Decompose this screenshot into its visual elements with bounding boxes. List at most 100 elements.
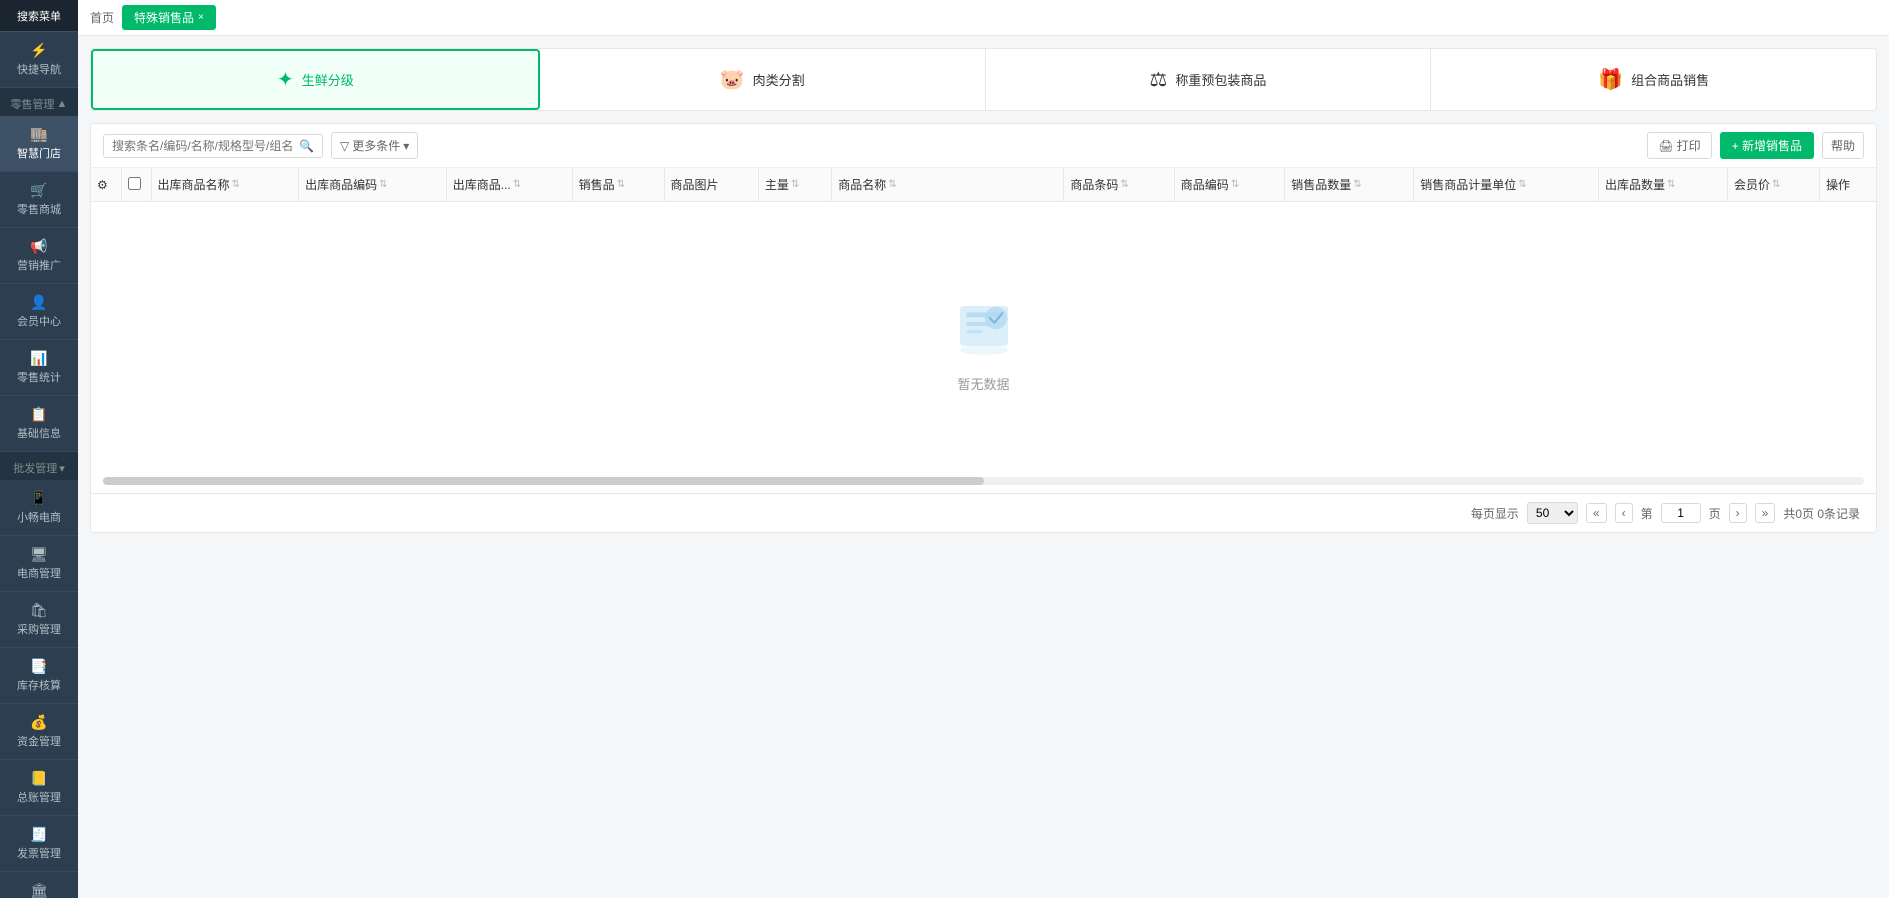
cat-tab-fresh-grade[interactable]: ✦ 生鲜分级 [91,49,540,110]
col-goods-code[interactable]: 商品编码 ⇅ [1174,168,1284,202]
sidebar-item-basic-info[interactable]: 📋 基础信息 [0,396,78,452]
col-checkbox[interactable] [121,168,151,202]
sidebar-logo[interactable]: 搜索菜单 [0,0,78,32]
horizontal-scrollbar[interactable] [91,473,1876,493]
select-all-checkbox[interactable] [128,177,141,190]
prev-page-button[interactable]: ‹ [1615,503,1633,523]
pagination-bar: 每页显示 10 20 50 100 « ‹ 第 页 › » 共0页 0条记录 [91,493,1876,532]
table-toolbar: 🔍 ▽ 更多条件 ▾ 🖨 打印 + 新增销售品 帮助 [91,124,1876,168]
cat-tab-label: 称重预包装商品 [1175,70,1266,89]
col-out-qty[interactable]: 出库品数量 ⇅ [1599,168,1728,202]
filter-button[interactable]: ▽ 更多条件 ▾ [331,132,418,159]
new-sale-item-button[interactable]: + 新增销售品 [1720,132,1814,159]
sort-icon: ⇅ [888,179,896,190]
fresh-grade-icon: ✦ [277,67,294,92]
search-input[interactable] [112,139,295,153]
sort-icon: ⇅ [1772,179,1780,190]
tab-label: 特殊销售品 [134,9,194,26]
sort-icon: ⇅ [379,179,387,190]
col-out-goods-spec[interactable]: 出库商品... ⇅ [446,168,572,202]
col-out-goods-code[interactable]: 出库商品编码 ⇅ [299,168,447,202]
home-link[interactable]: 首页 [90,9,114,26]
sort-icon: ⇅ [1231,179,1239,190]
active-tab[interactable]: 特殊销售品 × [122,5,216,30]
retail-stats-icon: 📊 [30,350,47,367]
col-actions: 操作 [1819,168,1876,202]
wholesale-label: 批发管理 [13,460,57,476]
sort-icon: ⇅ [1353,179,1361,190]
sidebar-item-finance[interactable]: 💰 资金管理 [0,704,78,760]
first-page-button[interactable]: « [1586,503,1607,523]
sidebar-item-general-ledger[interactable]: 📒 总账管理 [0,760,78,816]
sidebar-item-purchase[interactable]: 🛍 采购管理 [0,592,78,648]
empty-row: 暂无数据 [91,202,1876,474]
sidebar-item-label: 零售统计 [17,369,61,385]
filter-icon: ▽ [340,139,349,153]
sidebar-item-invoice[interactable]: 🧾 发票管理 [0,816,78,872]
weight-package-icon: ⚖ [1149,67,1167,92]
cat-tab-combo[interactable]: 🎁 组合商品销售 [1431,49,1876,110]
quick-nav-icon: ⚡ [30,42,47,59]
sidebar-item-label: 小畅电商 [17,509,61,525]
print-button[interactable]: 🖨 打印 [1647,132,1711,159]
last-page-button[interactable]: » [1755,503,1776,523]
empty-text: 暂无数据 [957,374,1009,393]
sidebar-section-retail[interactable]: 零售管理 ▲ [0,88,78,116]
sidebar-item-tax[interactable]: 🏛 税务管理 [0,872,78,898]
per-page-select[interactable]: 10 20 50 100 [1527,502,1578,524]
next-page-button[interactable]: › [1729,503,1747,523]
col-main-weight[interactable]: 主量 ⇅ [758,168,831,202]
cat-tab-weight-package[interactable]: ⚖ 称重预包装商品 [986,49,1432,110]
page-label-suffix: 页 [1709,505,1721,522]
combo-icon: 🎁 [1598,67,1623,92]
sidebar-item-miniapp[interactable]: 📱 小畅电商 [0,480,78,536]
purchase-icon: 🛍 [30,602,48,619]
page-label-prefix: 第 [1641,505,1653,522]
tax-icon: 🏛 [30,882,48,898]
sort-icon: ⇅ [1120,179,1128,190]
col-sale-goods[interactable]: 销售品 ⇅ [572,168,664,202]
search-box[interactable]: 🔍 [103,134,323,158]
col-out-goods-name[interactable]: 出库商品名称 ⇅ [151,168,299,202]
sidebar-item-label: 采购管理 [17,621,61,637]
sort-icon: ⇅ [232,179,240,190]
cat-tab-meat-cut[interactable]: 🐷 肉类分割 [540,49,986,110]
sidebar-item-label: 电商管理 [17,565,61,581]
data-table: ⚙ 出库商品名称 ⇅ 出库商 [91,168,1876,473]
toolbar-right: 🖨 打印 + 新增销售品 帮助 [1647,132,1864,159]
member-center-icon: 👤 [30,294,47,311]
col-sale-unit[interactable]: 销售商品计量单位 ⇅ [1414,168,1599,202]
print-icon: 🖨 [1658,139,1673,153]
col-goods-image: 商品图片 [664,168,758,202]
sidebar-item-retail-mall[interactable]: 🛒 零售商城 [0,172,78,228]
sidebar-item-ecommerce[interactable]: 🖥 电商管理 [0,536,78,592]
ecommerce-icon: 🖥 [30,546,48,563]
chevron-icon: ▲ [57,98,68,110]
sidebar-item-smart-store[interactable]: 🏬 智慧门店 [0,116,78,172]
sidebar-item-label: 零售商城 [17,201,61,217]
sidebar-item-label: 资金管理 [17,733,61,749]
chevron-down-icon: ▾ [59,462,65,475]
cat-tab-label: 组合商品销售 [1631,70,1709,89]
sidebar-item-retail-stats[interactable]: 📊 零售统计 [0,340,78,396]
sort-icon: ⇅ [1667,179,1675,190]
sidebar-section-wholesale[interactable]: 批发管理 ▾ [0,452,78,480]
sidebar-item-quick-nav[interactable]: ⚡ 快捷导航 [0,32,78,88]
page-number-input[interactable] [1661,503,1701,523]
smart-store-icon: 🏬 [30,126,47,143]
col-goods-barcode[interactable]: 商品条码 ⇅ [1064,168,1174,202]
col-goods-name[interactable]: 商品名称 ⇅ [832,168,1064,202]
search-icon[interactable]: 🔍 [299,139,314,153]
sidebar-item-label: 发票管理 [17,845,61,861]
retail-mall-icon: 🛒 [30,182,47,199]
col-sale-qty[interactable]: 销售品数量 ⇅ [1285,168,1414,202]
help-button[interactable]: 帮助 [1822,132,1864,159]
total-label: 共0页 0条记录 [1783,505,1860,522]
sidebar-item-inventory[interactable]: 📑 库存核算 [0,648,78,704]
tab-close-button[interactable]: × [198,12,204,23]
col-member-price[interactable]: 会员价 ⇅ [1728,168,1820,202]
sidebar-item-member-center[interactable]: 👤 会员中心 [0,284,78,340]
col-setting[interactable]: ⚙ [91,168,121,202]
sidebar-item-sales-promo[interactable]: 📢 营销推广 [0,228,78,284]
sidebar: 搜索菜单 ⚡ 快捷导航 零售管理 ▲ 🏬 智慧门店 🛒 零售商城 📢 营销推广 … [0,0,78,898]
